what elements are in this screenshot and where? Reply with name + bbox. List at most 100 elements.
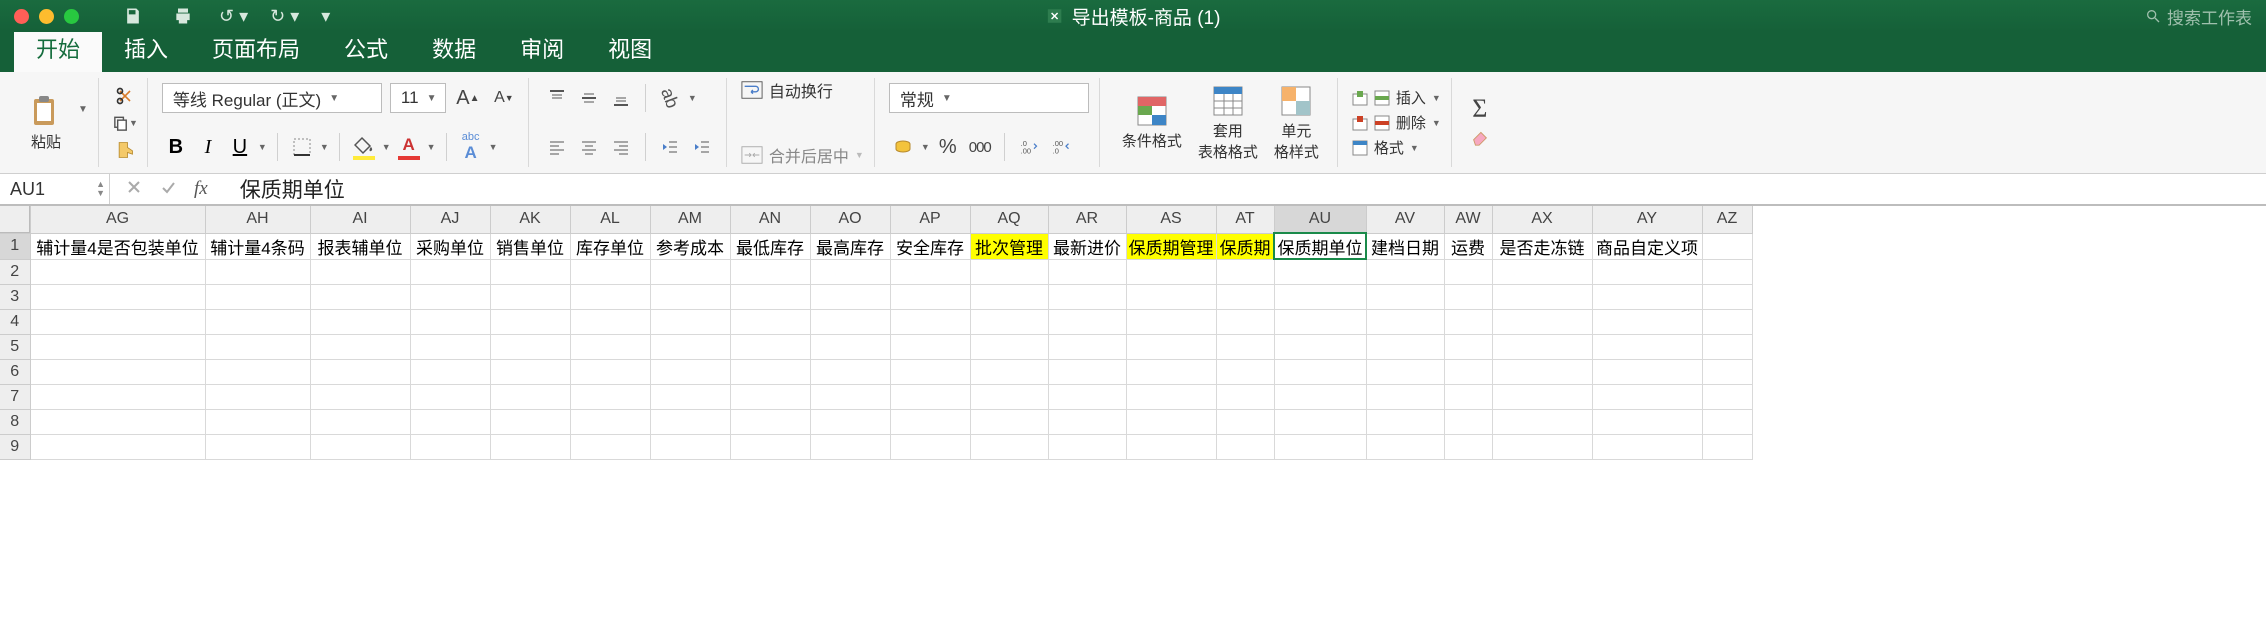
cell-AX5[interactable] (1492, 334, 1592, 359)
insert-function-icon[interactable]: fx (194, 178, 208, 200)
cell-AT6[interactable] (1216, 359, 1274, 384)
cell-AK8[interactable] (490, 409, 570, 434)
cell-AS6[interactable] (1126, 359, 1216, 384)
align-middle-icon[interactable] (575, 84, 603, 112)
cell-AO1[interactable]: 最高库存 (810, 233, 890, 259)
align-bottom-icon[interactable] (607, 84, 635, 112)
cell-AT8[interactable] (1216, 409, 1274, 434)
cell-AK4[interactable] (490, 309, 570, 334)
cell-AR2[interactable] (1048, 259, 1126, 284)
cell-AL2[interactable] (570, 259, 650, 284)
copy-button[interactable]: ▼ (111, 109, 139, 136)
row-header-7[interactable]: 7 (0, 384, 30, 409)
cell-AY6[interactable] (1592, 359, 1702, 384)
cell-AV5[interactable] (1366, 334, 1444, 359)
cell-AW3[interactable] (1444, 284, 1492, 309)
cell-AL9[interactable] (570, 434, 650, 459)
cell-AK3[interactable] (490, 284, 570, 309)
border-button[interactable] (288, 133, 316, 161)
cell-AM5[interactable] (650, 334, 730, 359)
delete-cells-button[interactable]: 删除▼ (1352, 112, 1441, 133)
column-header-AK[interactable]: AK (490, 206, 570, 233)
percent-button[interactable]: % (934, 133, 962, 161)
cell-AZ5[interactable] (1702, 334, 1752, 359)
select-all-corner[interactable] (0, 206, 30, 233)
cell-AV3[interactable] (1366, 284, 1444, 309)
cell-AZ3[interactable] (1702, 284, 1752, 309)
align-top-icon[interactable] (543, 84, 571, 112)
cell-AN5[interactable] (730, 334, 810, 359)
cell-AM1[interactable]: 参考成本 (650, 233, 730, 259)
column-header-AM[interactable]: AM (650, 206, 730, 233)
cell-AO4[interactable] (810, 309, 890, 334)
cell-AX7[interactable] (1492, 384, 1592, 409)
cell-AZ8[interactable] (1702, 409, 1752, 434)
cell-AK1[interactable]: 销售单位 (490, 233, 570, 259)
cell-AR3[interactable] (1048, 284, 1126, 309)
cell-AP3[interactable] (890, 284, 970, 309)
cell-AN9[interactable] (730, 434, 810, 459)
cell-AT9[interactable] (1216, 434, 1274, 459)
cell-AW4[interactable] (1444, 309, 1492, 334)
cell-AV8[interactable] (1366, 409, 1444, 434)
cell-AJ9[interactable] (410, 434, 490, 459)
column-header-AI[interactable]: AI (310, 206, 410, 233)
cell-AW8[interactable] (1444, 409, 1492, 434)
cell-AW2[interactable] (1444, 259, 1492, 284)
row-header-4[interactable]: 4 (0, 309, 30, 334)
cell-styles-button[interactable]: 单元 格样式 (1274, 84, 1319, 162)
maximize-window-button[interactable] (64, 9, 79, 24)
underline-button[interactable]: U (226, 133, 254, 161)
redo-button[interactable]: ↻ ▾ (270, 6, 299, 27)
cell-AL7[interactable] (570, 384, 650, 409)
row-header-8[interactable]: 8 (0, 409, 30, 434)
cell-AW1[interactable]: 运费 (1444, 233, 1492, 259)
cell-AG1[interactable]: 辅计量4是否包装单位 (30, 233, 205, 259)
cell-AZ4[interactable] (1702, 309, 1752, 334)
cell-AX9[interactable] (1492, 434, 1592, 459)
cell-AU8[interactable] (1274, 409, 1366, 434)
cell-AR4[interactable] (1048, 309, 1126, 334)
cell-AM2[interactable] (650, 259, 730, 284)
cell-AY8[interactable] (1592, 409, 1702, 434)
cell-AI2[interactable] (310, 259, 410, 284)
cell-AG5[interactable] (30, 334, 205, 359)
column-header-AH[interactable]: AH (205, 206, 310, 233)
number-format-combo[interactable]: 常规▼ (889, 83, 1089, 113)
cell-AP4[interactable] (890, 309, 970, 334)
save-icon[interactable] (119, 2, 147, 30)
cell-AH5[interactable] (205, 334, 310, 359)
cell-AT2[interactable] (1216, 259, 1274, 284)
cell-AZ2[interactable] (1702, 259, 1752, 284)
cell-AQ4[interactable] (970, 309, 1048, 334)
cell-AR6[interactable] (1048, 359, 1126, 384)
format-cells-button[interactable]: 格式▼ (1352, 137, 1441, 158)
cell-AJ4[interactable] (410, 309, 490, 334)
undo-button[interactable]: ↺ ▾ (219, 6, 248, 27)
cell-AJ5[interactable] (410, 334, 490, 359)
cell-AR7[interactable] (1048, 384, 1126, 409)
cell-AP2[interactable] (890, 259, 970, 284)
cell-AL5[interactable] (570, 334, 650, 359)
cell-AV6[interactable] (1366, 359, 1444, 384)
comma-style-button[interactable]: 000 (966, 133, 994, 161)
column-header-AJ[interactable]: AJ (410, 206, 490, 233)
cell-AZ1[interactable] (1702, 233, 1752, 259)
cell-AN6[interactable] (730, 359, 810, 384)
cell-AG6[interactable] (30, 359, 205, 384)
cell-AR8[interactable] (1048, 409, 1126, 434)
spreadsheet-grid[interactable]: AGAHAIAJAKALAMANAOAPAQARASATAUAVAWAXAYAZ… (0, 206, 2266, 460)
cell-AT3[interactable] (1216, 284, 1274, 309)
cell-AN8[interactable] (730, 409, 810, 434)
column-header-AG[interactable]: AG (30, 206, 205, 233)
cell-AP8[interactable] (890, 409, 970, 434)
cell-AM3[interactable] (650, 284, 730, 309)
cell-AQ5[interactable] (970, 334, 1048, 359)
cell-AP9[interactable] (890, 434, 970, 459)
cell-AP1[interactable]: 安全库存 (890, 233, 970, 259)
cut-button[interactable] (111, 82, 139, 109)
cell-AT4[interactable] (1216, 309, 1274, 334)
namebox-stepper[interactable]: ▲▼ (96, 180, 105, 198)
cell-AO8[interactable] (810, 409, 890, 434)
cell-AU2[interactable] (1274, 259, 1366, 284)
